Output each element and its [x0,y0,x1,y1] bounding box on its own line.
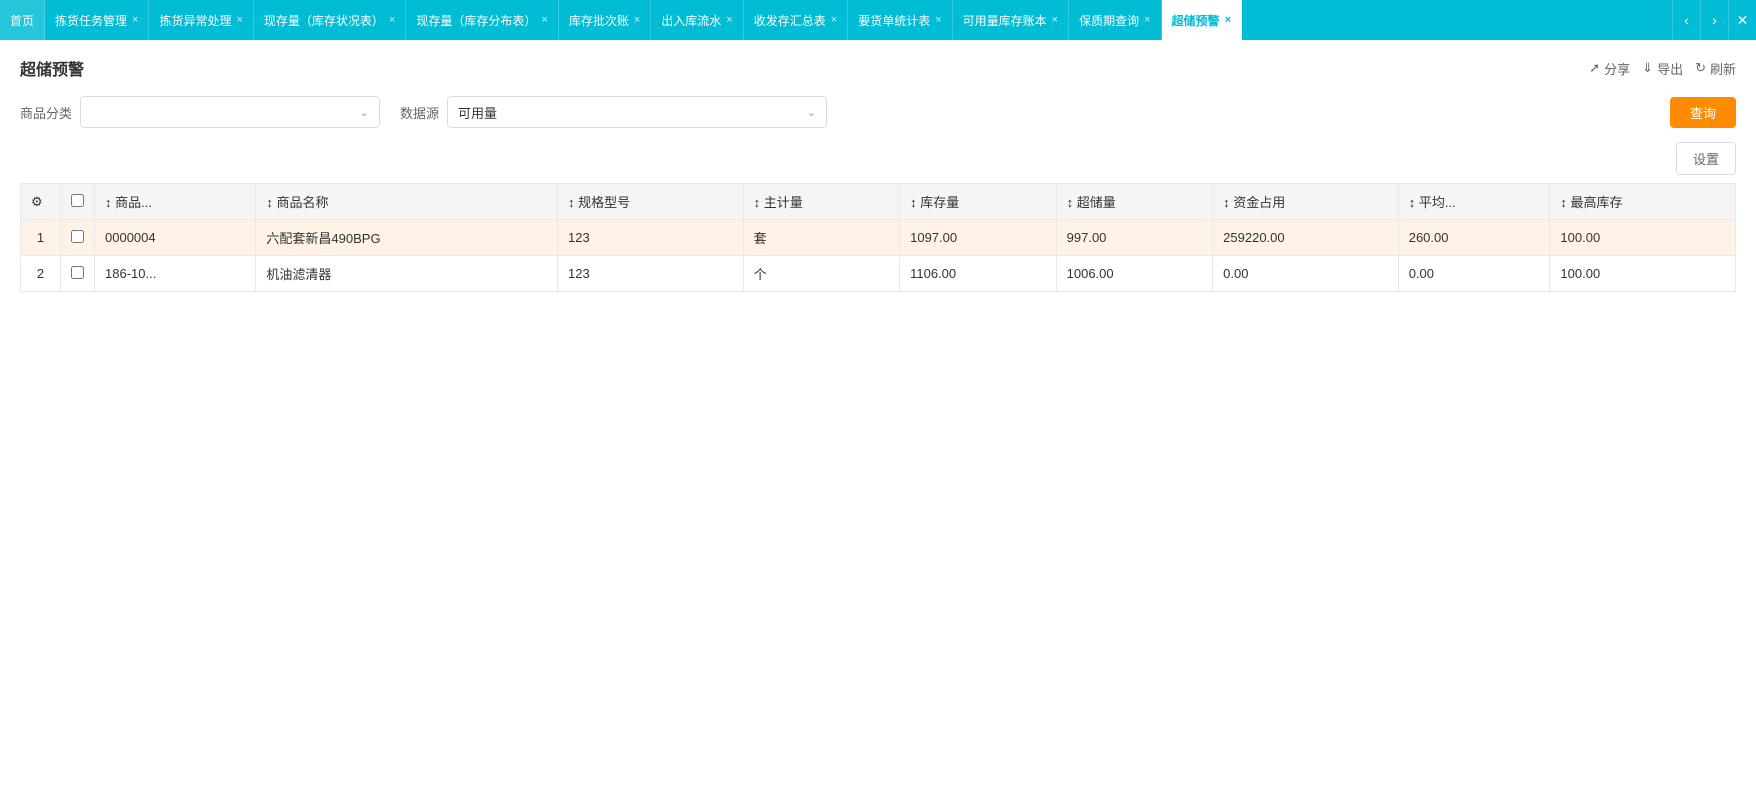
chevron-down-icon: ⌄ [360,106,369,119]
cell-product-code: 186-10... [95,256,256,292]
nav-tab-0[interactable]: 首页 [0,0,45,40]
nav-tab-8[interactable]: 要货单统计表 × [848,0,952,40]
row-checkbox-input[interactable] [71,266,84,279]
page-header: 超储预警 ➚ 分享 ⇓ 导出 ↻ 刷新 [20,56,1736,80]
cell-max-stock: 100.00 [1550,220,1736,256]
nav-tab-6[interactable]: 出入库流水 × [651,0,743,40]
cell-capital: 0.00 [1213,256,1399,292]
share-button[interactable]: ➚ 分享 [1589,59,1630,78]
settings-row: 设置 [20,142,1736,175]
tab-close-icon[interactable]: × [132,14,138,26]
cell-product-code: 0000004 [95,220,256,256]
datasource-filter: 数据源 可用量 ⌄ [400,96,827,128]
table-row: 2186-10...机油滤清器123个1106.001006.000.000.0… [21,256,1736,292]
col-avg[interactable]: ↕ 平均... [1398,184,1550,220]
tab-close-icon[interactable]: × [726,14,732,26]
col-stock[interactable]: ↕ 库存量 [900,184,1057,220]
gear-icon: ⚙ [31,194,43,209]
row-number: 2 [21,256,61,292]
row-checkbox-input[interactable] [71,230,84,243]
nav-tab-9[interactable]: 可用量库存账本 × [953,0,1069,40]
tab-close-icon[interactable]: × [1144,14,1150,26]
data-table: ⚙ ↕ 商品... ↕ 商品名称 ↕ 规格型号 ↕ 主计量 ↕ [20,183,1736,292]
filter-bar: 商品分类 ⌄ 数据源 可用量 ⌄ 查询 [20,96,1736,128]
share-icon: ➚ [1589,60,1600,76]
cell-unit: 套 [743,220,900,256]
filter-actions: 查询 [1670,97,1736,128]
header-actions: ➚ 分享 ⇓ 导出 ↻ 刷新 [1589,59,1736,78]
col-unit[interactable]: ↕ 主计量 [743,184,900,220]
col-product-code[interactable]: ↕ 商品... [95,184,256,220]
col-spec[interactable]: ↕ 规格型号 [558,184,744,220]
settings-button[interactable]: 设置 [1676,142,1736,175]
col-capital[interactable]: ↕ 资金占用 [1213,184,1399,220]
nav-tab-7[interactable]: 收发存汇总表 × [744,0,848,40]
refresh-button[interactable]: ↻ 刷新 [1695,59,1736,78]
cell-max-stock: 100.00 [1550,256,1736,292]
select-all-checkbox[interactable] [71,194,84,207]
cell-product-name: 六配套新昌490BPG [256,220,558,256]
checkbox-header[interactable] [61,184,95,220]
cell-stock: 1106.00 [900,256,1057,292]
refresh-icon: ↻ [1695,60,1706,76]
col-over-stock[interactable]: ↕ 超储量 [1056,184,1213,220]
cell-over-stock: 997.00 [1056,220,1213,256]
cell-over-stock: 1006.00 [1056,256,1213,292]
table-header: ⚙ ↕ 商品... ↕ 商品名称 ↕ 规格型号 ↕ 主计量 ↕ [21,184,1736,220]
chevron-down-icon: ⌄ [807,106,816,119]
nav-arrow-close[interactable]: ✕ [1728,0,1756,40]
query-button[interactable]: 查询 [1670,97,1736,128]
tab-close-icon[interactable]: × [389,14,395,26]
datasource-label: 数据源 [400,103,439,122]
tab-close-icon[interactable]: × [1052,14,1058,26]
table-row: 1 0000004六配套新昌490BPG123套1097.00997.002592… [21,220,1736,256]
cell-capital: 259220.00 [1213,220,1399,256]
tab-close-icon[interactable]: × [634,14,640,26]
tab-close-icon[interactable]: × [1225,14,1231,26]
row-checkbox[interactable] [61,256,95,292]
page-title: 超储预警 [20,56,84,80]
gear-header[interactable]: ⚙ [21,184,61,220]
tab-close-icon[interactable]: × [935,14,941,26]
nav-tab-5[interactable]: 库存批次账 × [559,0,651,40]
datasource-select[interactable]: 可用量 ⌄ [447,96,827,128]
cell-stock: 1097.00 [900,220,1057,256]
cell-product-name: 机油滤清器 [256,256,558,292]
row-number: 1 [21,220,61,256]
cell-spec: 123 [558,256,744,292]
top-nav-bar: 首页拣货任务管理 ×拣货异常处理 ×现存量（库存状况表） ×现存量（库存分布表）… [0,0,1756,40]
col-product-name[interactable]: ↕ 商品名称 [256,184,558,220]
cell-avg: 260.00 [1398,220,1550,256]
col-max-stock[interactable]: ↕ 最高库存 [1550,184,1736,220]
nav-tab-10[interactable]: 保质期查询 × [1069,0,1161,40]
tab-close-icon[interactable]: × [541,14,547,26]
cell-spec: 123 [558,220,744,256]
category-filter: 商品分类 ⌄ [20,96,380,128]
tab-close-icon[interactable]: × [236,14,242,26]
nav-arrows: ‹ › ✕ [1672,0,1756,40]
nav-tab-1[interactable]: 拣货任务管理 × [45,0,149,40]
nav-tab-2[interactable]: 拣货异常处理 × [149,0,253,40]
nav-tab-3[interactable]: 现存量（库存状况表） × [254,0,406,40]
nav-tab-4[interactable]: 现存量（库存分布表） × [406,0,558,40]
row-checkbox[interactable] [61,220,95,256]
export-button[interactable]: ⇓ 导出 [1642,59,1683,78]
category-label: 商品分类 [20,103,72,122]
export-icon: ⇓ [1642,60,1653,76]
nav-tab-11[interactable]: 超储预警 × [1162,0,1242,40]
tab-close-icon[interactable]: × [831,14,837,26]
datasource-value: 可用量 [458,103,497,122]
category-select[interactable]: ⌄ [80,96,380,128]
table-body: 1 0000004六配套新昌490BPG123套1097.00997.002592… [21,220,1736,292]
nav-arrow-left[interactable]: ‹ [1672,0,1700,40]
nav-arrow-right[interactable]: › [1700,0,1728,40]
cell-avg: 0.00 [1398,256,1550,292]
main-content: 超储预警 ➚ 分享 ⇓ 导出 ↻ 刷新 商品分类 ⌄ 数据源 [0,40,1756,800]
cell-unit: 个 [743,256,900,292]
